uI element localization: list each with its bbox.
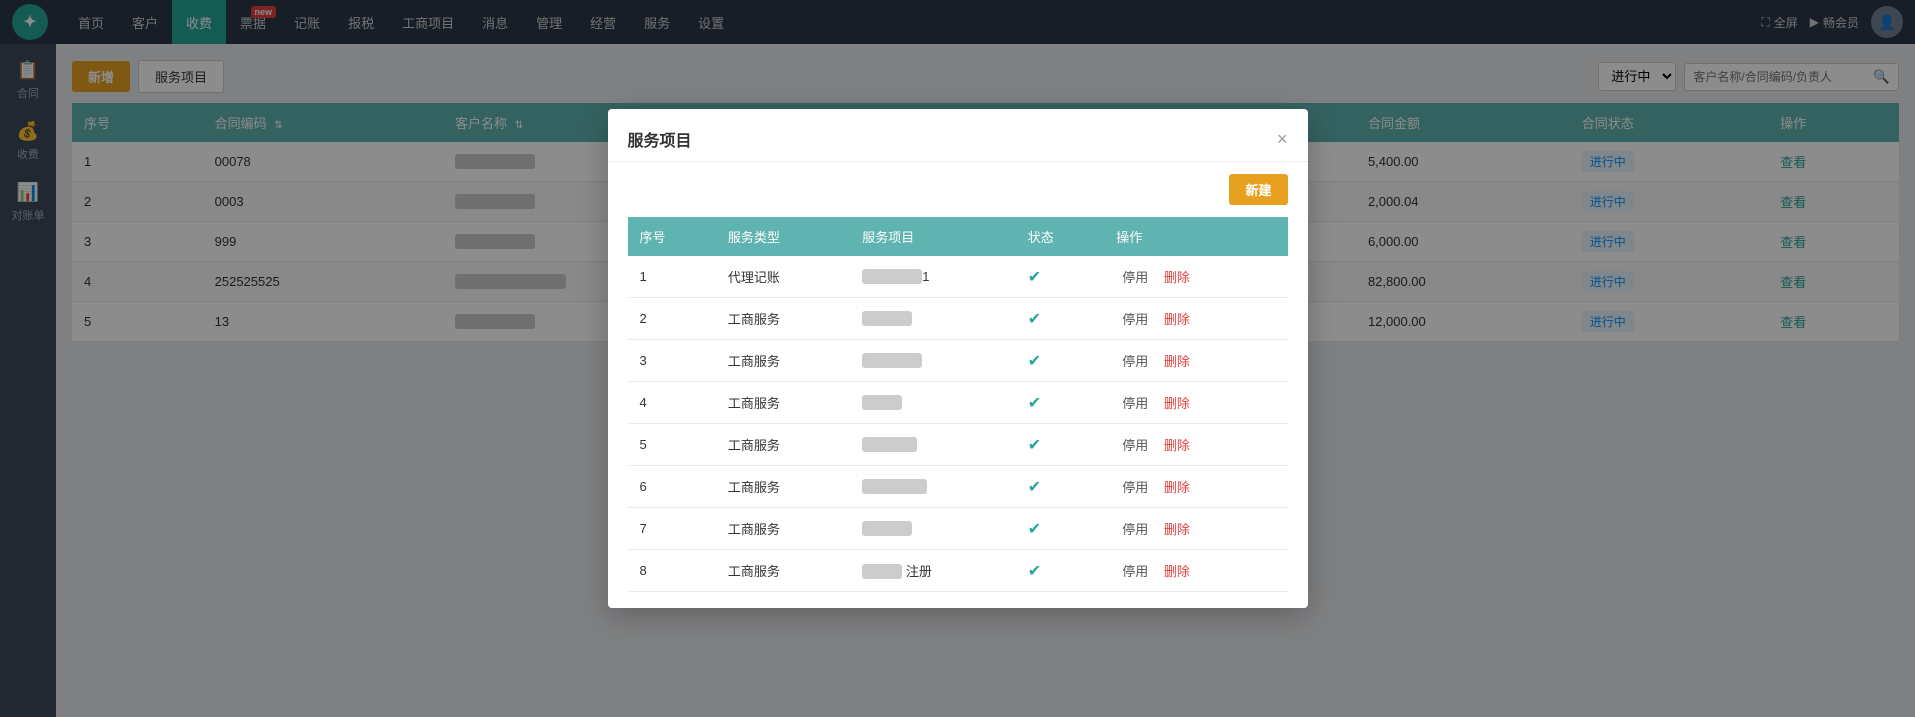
modal-cell-index: 5 xyxy=(628,424,716,466)
modal-cell-type: 代理记账 xyxy=(716,256,850,298)
modal-cell-type: 工商服务 xyxy=(716,466,850,508)
modal-header: 服务项目 × xyxy=(608,109,1308,162)
status-check-icon: ✔ xyxy=(1028,311,1041,328)
stop-button[interactable]: 停用 xyxy=(1116,475,1154,498)
status-check-icon: ✔ xyxy=(1028,479,1041,496)
modal-cell-status: ✔ xyxy=(1016,340,1104,382)
status-check-icon: ✔ xyxy=(1028,437,1041,454)
stop-button[interactable]: 停用 xyxy=(1116,307,1154,330)
modal-cell-index: 6 xyxy=(628,466,716,508)
modal-cell-index: 1 xyxy=(628,256,716,298)
delete-button[interactable]: 删除 xyxy=(1158,391,1196,414)
delete-button[interactable]: 删除 xyxy=(1158,517,1196,540)
delete-button[interactable]: 删除 xyxy=(1158,307,1196,330)
stop-button[interactable]: 停用 xyxy=(1116,559,1154,582)
modal-cell-item: ████ xyxy=(850,508,1016,550)
stop-button[interactable]: 停用 xyxy=(1116,391,1154,414)
modal-table-row: 7 工商服务 ████ ✔ 停用 删除 xyxy=(628,508,1288,550)
delete-button[interactable]: 删除 xyxy=(1158,265,1196,288)
modal-new-button[interactable]: 新建 xyxy=(1229,174,1287,205)
modal-cell-type: 工商服务 xyxy=(716,508,850,550)
modal-toolbar: 新建 xyxy=(608,162,1308,217)
modal-table-row: 5 工商服务 ████ ✔ 停用 删除 xyxy=(628,424,1288,466)
modal-cell-action: 停用 删除 xyxy=(1104,550,1287,592)
modal-table-row: 3 工商服务 ████ ✔ 停用 删除 xyxy=(628,340,1288,382)
modal-cell-status: ✔ xyxy=(1016,424,1104,466)
modal-cell-type: 工商服务 xyxy=(716,298,850,340)
modal-cell-status: ✔ xyxy=(1016,298,1104,340)
status-check-icon: ✔ xyxy=(1028,563,1041,580)
delete-button[interactable]: 删除 xyxy=(1158,349,1196,372)
modal-cell-action: 停用 删除 xyxy=(1104,340,1287,382)
status-check-icon: ✔ xyxy=(1028,353,1041,370)
service-items-modal: 服务项目 × 新建 序号 服务类型 服务项目 状态 操作 xyxy=(608,109,1308,608)
modal-cell-item: ████ xyxy=(850,424,1016,466)
modal-cell-type: 工商服务 xyxy=(716,382,850,424)
modal-col-index: 序号 xyxy=(628,217,716,256)
modal-cell-index: 4 xyxy=(628,382,716,424)
status-check-icon: ✔ xyxy=(1028,395,1041,412)
modal-cell-action: 停用 删除 xyxy=(1104,298,1287,340)
stop-button[interactable]: 停用 xyxy=(1116,433,1154,456)
delete-button[interactable]: 删除 xyxy=(1158,433,1196,456)
modal-cell-item: ████ xyxy=(850,340,1016,382)
modal-overlay[interactable]: 服务项目 × 新建 序号 服务类型 服务项目 状态 操作 xyxy=(0,0,1915,717)
modal-col-status: 状态 xyxy=(1016,217,1104,256)
modal-cell-status: ✔ xyxy=(1016,466,1104,508)
modal-table-row: 4 工商服务 ██ ✔ 停用 删除 xyxy=(628,382,1288,424)
modal-cell-index: 8 xyxy=(628,550,716,592)
modal-col-item: 服务项目 xyxy=(850,217,1016,256)
delete-button[interactable]: 删除 xyxy=(1158,475,1196,498)
modal-cell-status: ✔ xyxy=(1016,256,1104,298)
modal-col-type: 服务类型 xyxy=(716,217,850,256)
modal-table-header: 序号 服务类型 服务项目 状态 操作 xyxy=(628,217,1288,256)
modal-close-button[interactable]: × xyxy=(1277,130,1288,148)
modal-cell-status: ✔ xyxy=(1016,382,1104,424)
modal-body: 序号 服务类型 服务项目 状态 操作 1 代理记账 ██1 ✔ 停用 xyxy=(608,217,1308,608)
status-check-icon: ✔ xyxy=(1028,521,1041,538)
stop-button[interactable]: 停用 xyxy=(1116,265,1154,288)
modal-cell-action: 停用 删除 xyxy=(1104,424,1287,466)
modal-cell-action: 停用 删除 xyxy=(1104,256,1287,298)
modal-cell-type: 工商服务 xyxy=(716,550,850,592)
modal-table-row: 1 代理记账 ██1 ✔ 停用 删除 xyxy=(628,256,1288,298)
modal-table-row: 2 工商服务 ████ ✔ 停用 删除 xyxy=(628,298,1288,340)
modal-cell-action: 停用 删除 xyxy=(1104,508,1287,550)
modal-cell-index: 2 xyxy=(628,298,716,340)
modal-cell-index: 3 xyxy=(628,340,716,382)
modal-cell-item: ██1 xyxy=(850,256,1016,298)
modal-cell-action: 停用 删除 xyxy=(1104,466,1287,508)
modal-cell-status: ✔ xyxy=(1016,508,1104,550)
modal-title: 服务项目 xyxy=(628,127,692,151)
modal-table-row: 8 工商服务 ██ 注册 ✔ 停用 删除 xyxy=(628,550,1288,592)
stop-button[interactable]: 停用 xyxy=(1116,517,1154,540)
stop-button[interactable]: 停用 xyxy=(1116,349,1154,372)
modal-cell-item: ██ 注册 xyxy=(850,550,1016,592)
modal-cell-action: 停用 删除 xyxy=(1104,382,1287,424)
modal-cell-item: ████ xyxy=(850,298,1016,340)
modal-col-action: 操作 xyxy=(1104,217,1287,256)
modal-cell-item: ██ xyxy=(850,382,1016,424)
modal-cell-status: ✔ xyxy=(1016,550,1104,592)
service-items-table: 序号 服务类型 服务项目 状态 操作 1 代理记账 ██1 ✔ 停用 xyxy=(628,217,1288,592)
modal-cell-index: 7 xyxy=(628,508,716,550)
status-check-icon: ✔ xyxy=(1028,269,1041,286)
modal-table-row: 6 工商服务 ██████ ✔ 停用 删除 xyxy=(628,466,1288,508)
modal-cell-item: ██████ xyxy=(850,466,1016,508)
modal-cell-type: 工商服务 xyxy=(716,340,850,382)
modal-cell-type: 工商服务 xyxy=(716,424,850,466)
delete-button[interactable]: 删除 xyxy=(1158,559,1196,582)
